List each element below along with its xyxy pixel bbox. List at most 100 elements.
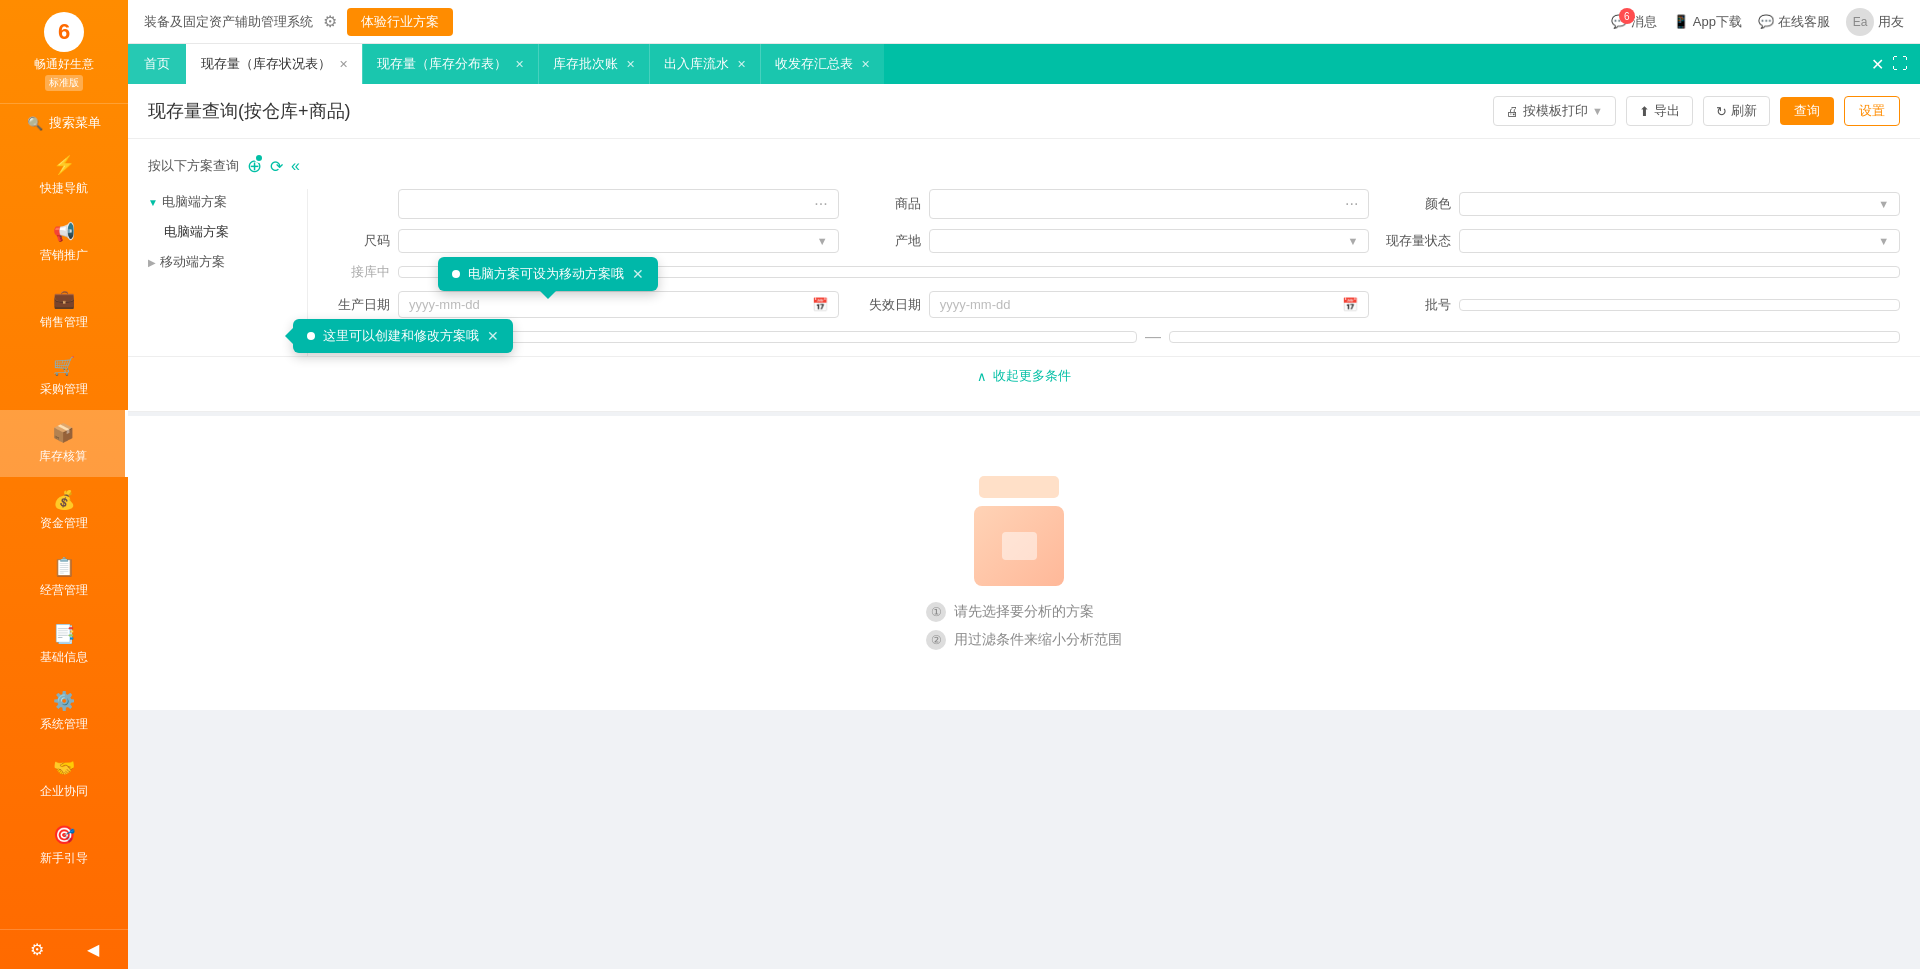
sidebar-item-inventory[interactable]: 📦 库存核算 — [0, 410, 128, 477]
sidebar-sales-label: 销售管理 — [40, 314, 88, 331]
product-select[interactable]: ··· — [929, 189, 1370, 219]
filter-refresh-button[interactable]: ⟳ — [270, 157, 283, 176]
schema-column: ▼ 电脑端方案 电脑端方案 ▶ 移动端方案 — [148, 189, 308, 356]
quick-nav-icon: ⚡ — [53, 154, 75, 176]
tab-summary-label: 收发存汇总表 — [775, 55, 853, 73]
filter-field-batch-no: 批号 — [1381, 296, 1900, 314]
tab-fullscreen-icon[interactable]: ⛶ — [1892, 55, 1908, 73]
filter-back-button[interactable]: « — [291, 157, 300, 175]
batch-no-input[interactable] — [1459, 299, 1900, 311]
stock-qty-to[interactable] — [1169, 331, 1900, 343]
sidebar-item-finance[interactable]: 💰 资金管理 — [0, 477, 128, 544]
enterprise-icon: 🤝 — [53, 757, 75, 779]
settings-bottom-icon[interactable]: ⚙ — [30, 940, 44, 959]
settings-button[interactable]: 设置 — [1844, 96, 1900, 126]
tab-close-all-icon[interactable]: ✕ — [1871, 55, 1884, 74]
print-button[interactable]: 🖨 按模板打印 ▼ — [1493, 96, 1616, 126]
filter-field-stock-status: 现存量状态 ▼ — [1381, 229, 1900, 253]
schema-section-arrow: ▼ — [148, 197, 158, 208]
logo-icon: 6 — [44, 12, 84, 52]
tab-inventory-dist[interactable]: 现存量（库存分布表） ✕ — [362, 44, 538, 84]
tab-batch-account[interactable]: 库存批次账 ✕ — [538, 44, 649, 84]
color-select[interactable]: ▼ — [1459, 192, 1900, 216]
sidebar-item-purchase[interactable]: 🛒 采购管理 — [0, 343, 128, 410]
expire-date-input[interactable]: yyyy-mm-dd 📅 — [929, 291, 1370, 318]
stock-qty-range: — — [406, 328, 1900, 346]
tab-bar-actions: ✕ ⛶ — [1871, 55, 1920, 74]
tooltip-plan: 电脑方案可设为移动方案哦 ✕ — [438, 257, 658, 291]
tab-inventory-dist-close[interactable]: ✕ — [515, 58, 524, 71]
accept-label: 接库中 — [320, 263, 390, 281]
online-support-action[interactable]: 💬 在线客服 — [1758, 13, 1830, 31]
tooltip-plan-arrow — [540, 291, 556, 299]
size-select[interactable]: ▼ — [398, 229, 839, 253]
app-download-icon: 📱 — [1673, 14, 1689, 29]
hint-text-2: 用过滤条件来缩小分析范围 — [954, 631, 1122, 649]
tooltip-create: 这里可以创建和修改方案哦 ✕ — [293, 319, 513, 353]
prod-date-input[interactable]: yyyy-mm-dd 📅 — [398, 291, 839, 318]
user-action[interactable]: Ea 用友 — [1846, 8, 1904, 36]
collapse-label: 收起更多条件 — [993, 367, 1071, 385]
sidebar-basicinfo-label: 基础信息 — [40, 649, 88, 666]
tab-summary[interactable]: 收发存汇总表 ✕ — [760, 44, 884, 84]
stock-qty-separator: — — [1145, 328, 1161, 346]
tab-inout-flow-close[interactable]: ✕ — [737, 58, 746, 71]
tooltip-plan-text: 电脑方案可设为移动方案哦 — [468, 265, 624, 283]
export-button[interactable]: ⬆ 导出 — [1626, 96, 1693, 126]
tooltip-create-close[interactable]: ✕ — [487, 328, 499, 344]
trial-button[interactable]: 体验行业方案 — [347, 8, 453, 36]
filter-area: 按以下方案查询 ⊕ ⟳ « ▼ 电脑端方案 电脑端方案 — [128, 139, 1920, 412]
tab-inventory-status-close[interactable]: ✕ — [339, 58, 348, 71]
tab-summary-close[interactable]: ✕ — [861, 58, 870, 71]
product-label: 商品 — [851, 195, 921, 213]
collapse-sidebar-icon[interactable]: ◀ — [87, 940, 99, 959]
collapse-button[interactable]: ∧ 收起更多条件 — [148, 357, 1900, 395]
schema-desktop-plan[interactable]: 电脑端方案 — [148, 219, 295, 245]
search-icon: 🔍 — [27, 116, 43, 131]
prod-date-placeholder: yyyy-mm-dd — [409, 297, 480, 312]
tab-inventory-status[interactable]: 现存量（库存状况表） ✕ — [186, 44, 362, 84]
tab-home-label: 首页 — [144, 55, 170, 73]
filter-add-button[interactable]: ⊕ — [247, 155, 262, 177]
tab-home[interactable]: 首页 — [128, 44, 186, 84]
sidebar-item-guide[interactable]: 🎯 新手引导 — [0, 812, 128, 879]
stock-status-select[interactable]: ▼ — [1459, 229, 1900, 253]
empty-state: ① 请先选择要分析的方案 ② 用过滤条件来缩小分析范围 — [128, 416, 1920, 710]
sidebar-item-quick-nav[interactable]: ⚡ 快捷导航 — [0, 142, 128, 209]
hint-text-1: 请先选择要分析的方案 — [954, 603, 1094, 621]
filter-row-2: 尺码 ▼ 产地 ▼ — [320, 229, 1900, 253]
query-button[interactable]: 查询 — [1780, 97, 1834, 125]
main-area: 装备及固定资产辅助管理系统 ⚙ 体验行业方案 💬 6 消息 📱 App下载 💬 … — [128, 0, 1920, 969]
sidebar-item-sales[interactable]: 💼 销售管理 — [0, 276, 128, 343]
filter-field-stock-qty: 现存量（主） — — [320, 328, 1900, 346]
sidebar-item-marketing[interactable]: 📢 营销推广 — [0, 209, 128, 276]
sidebar-purchase-label: 采购管理 — [40, 381, 88, 398]
message-action[interactable]: 💬 6 消息 — [1611, 13, 1657, 31]
tab-batch-account-close[interactable]: ✕ — [626, 58, 635, 71]
tooltip-plan-close[interactable]: ✕ — [632, 266, 644, 282]
tooltip-create-dot — [307, 332, 315, 340]
settings-gear-icon[interactable]: ⚙ — [323, 12, 337, 31]
tab-inout-flow[interactable]: 出入库流水 ✕ — [649, 44, 760, 84]
sidebar-item-basic-info[interactable]: 📑 基础信息 — [0, 611, 128, 678]
content-actions: 🖨 按模板打印 ▼ ⬆ 导出 ↻ 刷新 查询 设置 — [1493, 96, 1900, 126]
color-chevron-icon: ▼ — [1878, 198, 1889, 210]
app-download-action[interactable]: 📱 App下载 — [1673, 13, 1742, 31]
sidebar-item-system[interactable]: ⚙️ 系统管理 — [0, 678, 128, 745]
sidebar-inventory-label: 库存核算 — [39, 448, 87, 465]
sidebar-item-search[interactable]: 🔍 搜索菜单 — [0, 104, 128, 142]
logo-title: 畅通好生意 — [34, 56, 94, 73]
tooltip-plan-dot — [452, 270, 460, 278]
app-download-label: App下载 — [1693, 13, 1742, 31]
filter-field-warehouse: ··· — [320, 189, 839, 219]
refresh-button[interactable]: ↻ 刷新 — [1703, 96, 1770, 126]
origin-select[interactable]: ▼ — [929, 229, 1370, 253]
sidebar-item-enterprise[interactable]: 🤝 企业协同 — [0, 745, 128, 812]
color-label: 颜色 — [1381, 195, 1451, 213]
page-content: 现存量查询(按仓库+商品) 🖨 按模板打印 ▼ ⬆ 导出 ↻ 刷新 查询 设置 — [128, 84, 1920, 969]
stock-qty-from[interactable] — [406, 331, 1137, 343]
sidebar-item-operations[interactable]: 📋 经营管理 — [0, 544, 128, 611]
sidebar-operations-label: 经营管理 — [40, 582, 88, 599]
warehouse-select[interactable]: ··· — [398, 189, 839, 219]
empty-illustration — [964, 476, 1084, 586]
